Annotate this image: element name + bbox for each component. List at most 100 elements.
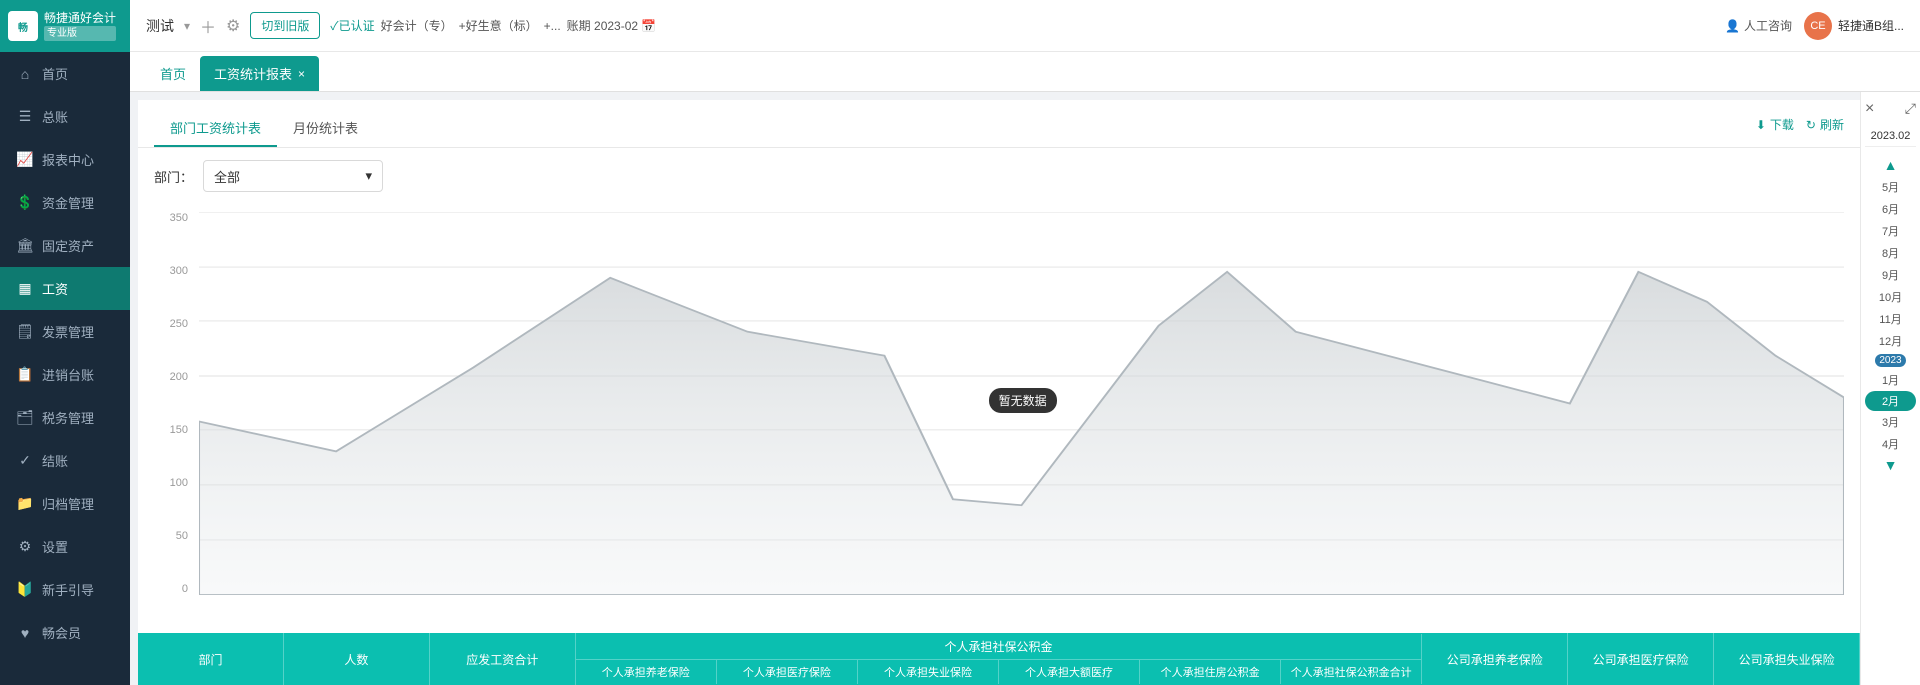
tabbar: 首页 工资统计报表 × (130, 52, 1920, 92)
th-personal-major-medical: 个人承担大额医疗 (999, 660, 1140, 684)
th-group-cols: 个人承担养老保险 个人承担医疗保险 个人承担失业保险 个人承担大额医疗 个人承担 (576, 660, 1422, 684)
refresh-button[interactable]: ↻ 刷新 (1806, 116, 1844, 133)
logo-text: 畅捷通好会计 专业版 (44, 11, 116, 42)
sidebar-item-invoice[interactable]: 🗒 发票管理 (0, 310, 130, 353)
month-7[interactable]: 7月 (1865, 220, 1916, 242)
subtab-month[interactable]: 月份统计表 (277, 110, 374, 147)
settings-icon: ⚙ (16, 538, 34, 555)
month-9[interactable]: 9月 (1865, 264, 1916, 286)
month-4[interactable]: 4月 (1865, 433, 1916, 455)
month-5[interactable]: 5月 (1865, 176, 1916, 198)
funds-icon: 💲 (16, 194, 34, 211)
sidebar-item-purchase[interactable]: 📋 进销台账 (0, 353, 130, 396)
month-1[interactable]: 1月 (1865, 369, 1916, 391)
ledger-icon: ☰ (16, 108, 34, 125)
tab-salary-report[interactable]: 工资统计报表 × (200, 56, 319, 91)
good-accounting-badge: 好会计（专） (381, 17, 453, 34)
user-name: 轻捷通B组... (1838, 17, 1904, 34)
sidebar-item-salary[interactable]: ▦ 工资 (0, 267, 130, 310)
sidebar: 畅 畅捷通好会计 专业版 ⌂ 首页 ☰ 总账 📈 报表中心 💲 资金管理 🏛 固… (0, 0, 130, 685)
y-axis: 350 300 250 200 150 100 50 0 (154, 212, 194, 595)
y-label-250: 250 (170, 318, 188, 330)
month-2-active[interactable]: 2月 (1865, 391, 1916, 411)
user-menu[interactable]: CE 轻捷通B组... (1804, 12, 1904, 40)
topbar-badges: ✓已认证 好会计（专） +好生意（标） +... 账期 2023-02 📅 (330, 17, 1715, 34)
year-up-button[interactable]: ▲ (1884, 155, 1898, 176)
close-accounts-icon: ✓ (16, 452, 34, 469)
sidebar-item-ledger[interactable]: ☰ 总账 (0, 95, 130, 138)
month-6[interactable]: 6月 (1865, 198, 1916, 220)
y-label-350: 350 (170, 212, 188, 224)
subtab-dept[interactable]: 部门工资统计表 (154, 110, 277, 147)
month-12[interactable]: 12月 (1865, 330, 1916, 352)
th-personal-medical: 个人承担医疗保险 (717, 660, 858, 684)
refresh-icon: ↻ (1806, 118, 1816, 132)
guide-icon: 🔰 (16, 581, 34, 598)
sidebar-item-home[interactable]: ⌂ 首页 (0, 52, 130, 95)
month-10[interactable]: 10月 (1865, 286, 1916, 308)
th-personal-unemployment: 个人承担失业保险 (858, 660, 999, 684)
chart-container: 350 300 250 200 150 100 50 0 (154, 212, 1844, 625)
tab-close-icon[interactable]: × (298, 67, 305, 81)
tab-home[interactable]: 首页 (146, 56, 200, 91)
more-badge: +... (544, 19, 561, 33)
avatar: CE (1804, 12, 1832, 40)
panel-close-button[interactable]: × (1865, 100, 1874, 118)
th-company-pension: 公司承担养老保险 (1422, 633, 1568, 685)
company-name: 测试 (146, 16, 174, 36)
th-personal-housing-fund: 个人承担住房公积金 (1140, 660, 1281, 684)
th-personal-pension: 个人承担养老保险 (576, 660, 717, 684)
y-label-150: 150 (170, 424, 188, 436)
verified-badge: ✓已认证 (330, 17, 374, 34)
month-3[interactable]: 3月 (1865, 411, 1916, 433)
th-company-medical: 公司承担医疗保险 (1568, 633, 1714, 685)
download-icon: ⬇ (1756, 118, 1766, 132)
panel-expand-button[interactable]: ⤢ (1905, 100, 1916, 122)
sidebar-item-reports[interactable]: 📈 报表中心 (0, 138, 130, 181)
sidebar-item-member[interactable]: ♥ 畅会员 (0, 611, 130, 654)
month-11[interactable]: 11月 (1865, 308, 1916, 330)
month-8[interactable]: 8月 (1865, 242, 1916, 264)
add-button[interactable]: ＋ (200, 14, 216, 38)
subtab-right: ⬇ 下载 ↻ 刷新 (1756, 116, 1844, 141)
table-header: 部门 人数 应发工资合计 个人承担社保公积金 个人承担养老保险 个人承担医疗 (138, 633, 1860, 685)
sidebar-item-guide[interactable]: 🔰 新手引导 (0, 568, 130, 611)
dropdown-arrow-icon[interactable]: ▾ (184, 19, 190, 33)
invoice-icon: 🗒 (16, 323, 34, 340)
period-label: 账期 2023-02 📅 (567, 17, 657, 34)
archive-icon: 📁 (16, 495, 34, 512)
page-main: 部门工资统计表 月份统计表 ⬇ 下载 ↻ 刷新 部门： (138, 100, 1860, 685)
help-icon: 👤 (1725, 19, 1740, 33)
sidebar-item-assets[interactable]: 🏛 固定资产 (0, 224, 130, 267)
calendar-icon[interactable]: 📅 (641, 19, 656, 33)
settings-button[interactable]: ⚙ (226, 16, 240, 36)
purchase-icon: 📋 (16, 366, 34, 383)
right-panel: × ⤢ 2023.02 ▲ 5月 6月 7月 8月 9月 10月 11月 12月… (1860, 92, 1920, 685)
sidebar-logo: 畅 畅捷通好会计 专业版 (0, 0, 130, 52)
dept-filter-select[interactable]: 全部 ▾ (203, 160, 383, 192)
page-body: 部门工资统计表 月份统计表 ⬇ 下载 ↻ 刷新 部门： (130, 92, 1920, 685)
year-down-button[interactable]: ▼ (1884, 455, 1898, 476)
sidebar-item-archive[interactable]: 📁 归档管理 (0, 482, 130, 525)
switch-old-button[interactable]: 切到旧版 (250, 12, 320, 39)
th-personal-total: 个人承担社保公积金合计 (1281, 660, 1421, 684)
filter-bar: 部门： 全部 ▾ (138, 148, 1860, 204)
y-label-100: 100 (170, 477, 188, 489)
good-business-badge: +好生意（标） (459, 17, 538, 34)
member-icon: ♥ (16, 625, 34, 641)
subtab-left: 部门工资统计表 月份统计表 (154, 110, 374, 147)
sidebar-nav: ⌂ 首页 ☰ 总账 📈 报表中心 💲 资金管理 🏛 固定资产 ▦ 工资 🗒 发票… (0, 52, 130, 685)
help-button[interactable]: 👤 人工咨询 (1725, 17, 1792, 34)
sidebar-item-tax[interactable]: 🗂 税务管理 (0, 396, 130, 439)
subtab-bar: 部门工资统计表 月份统计表 ⬇ 下载 ↻ 刷新 (138, 100, 1860, 148)
year-nav: ▲ 5月 6月 7月 8月 9月 10月 11月 12月 2023 1月 2月 … (1865, 155, 1916, 476)
sidebar-item-close[interactable]: ✓ 结账 (0, 439, 130, 482)
sidebar-item-funds[interactable]: 💲 资金管理 (0, 181, 130, 224)
salary-icon: ▦ (16, 280, 34, 297)
download-button[interactable]: ⬇ 下载 (1756, 116, 1794, 133)
chart-svg: 暂无数据 (199, 212, 1844, 595)
tax-icon: 🗂 (16, 409, 34, 426)
assets-icon: 🏛 (16, 237, 34, 254)
year-2023-badge: 2023 (1875, 354, 1905, 367)
sidebar-item-settings[interactable]: ⚙ 设置 (0, 525, 130, 568)
